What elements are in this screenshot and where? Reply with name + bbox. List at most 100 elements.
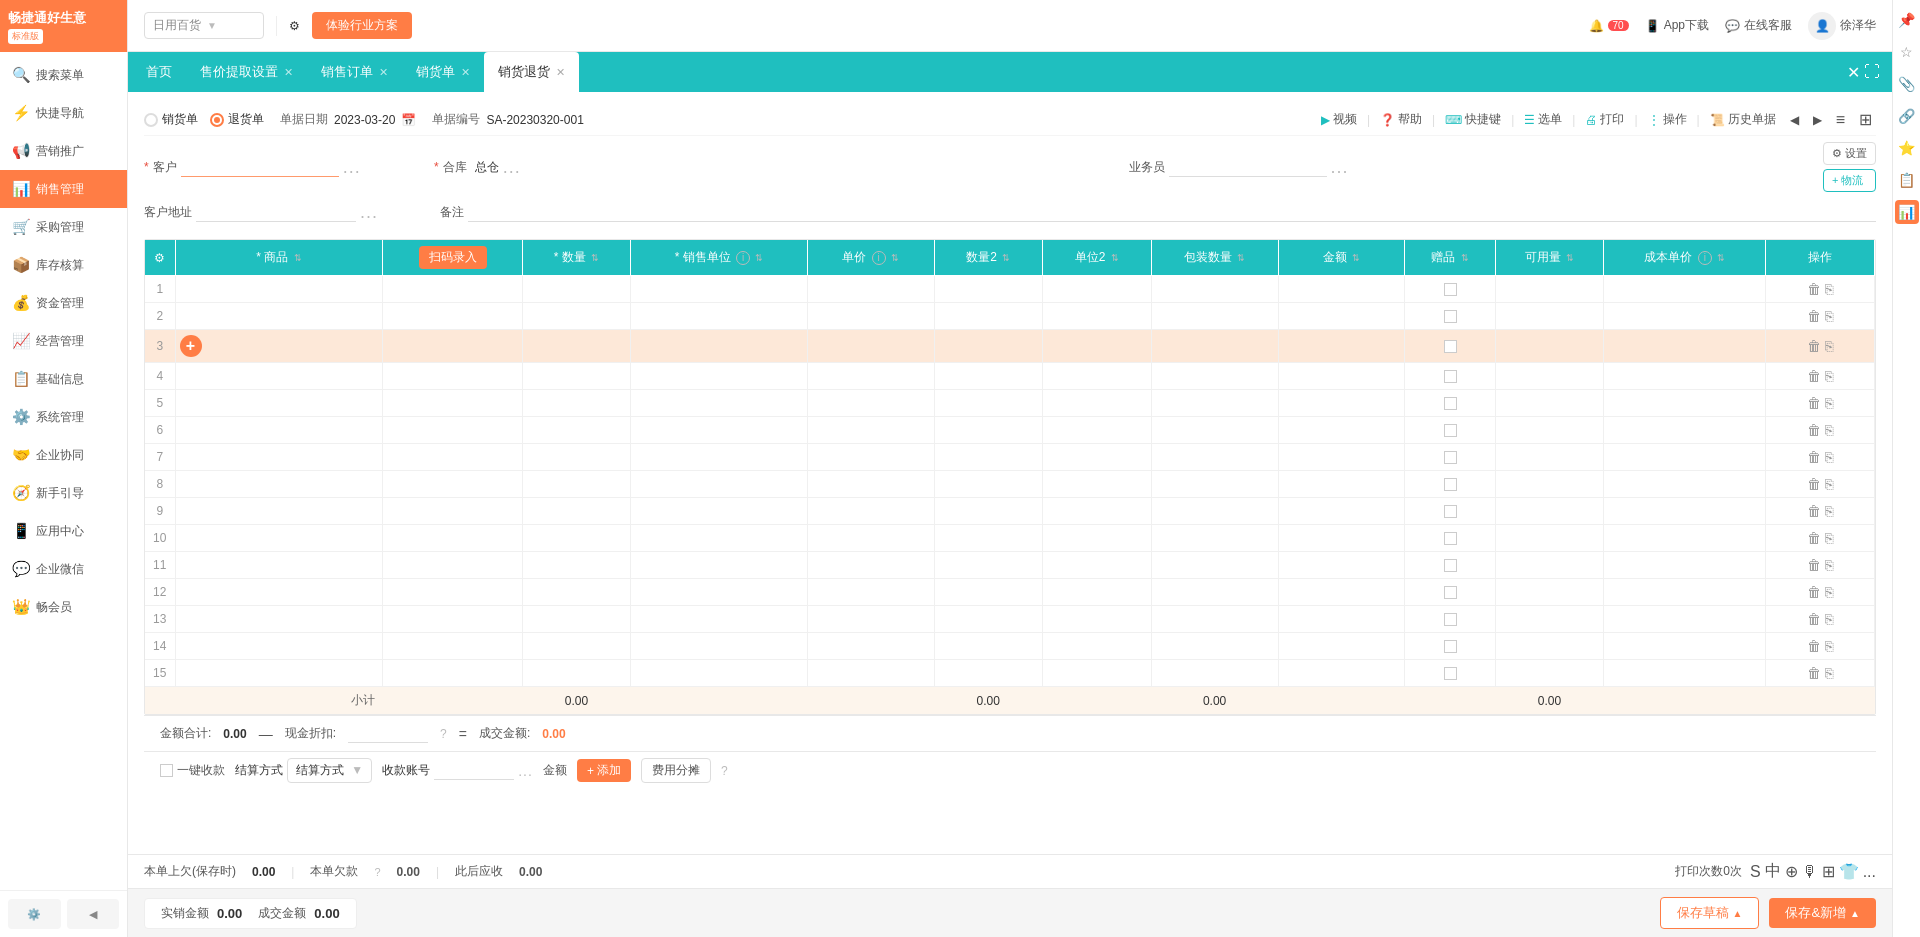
app-download-btn[interactable]: 📱 App下载 (1645, 17, 1709, 34)
gift-checkbox[interactable] (1444, 310, 1457, 323)
unit2-cell[interactable] (1043, 330, 1152, 363)
gift-cell[interactable] (1405, 633, 1495, 660)
qty-cell[interactable] (522, 330, 631, 363)
available-cell[interactable] (1495, 498, 1604, 525)
unit2-cell[interactable] (1043, 390, 1152, 417)
view-grid-btn[interactable]: ⊞ (1855, 108, 1876, 131)
sidebar-item-appcenter[interactable]: 📱 应用中心 (0, 512, 127, 550)
delete-row-btn[interactable]: 🗑 (1807, 611, 1821, 627)
pack-cell[interactable] (1151, 471, 1278, 498)
payment-help-icon[interactable]: ? (721, 764, 728, 778)
gift-checkbox[interactable] (1444, 586, 1457, 599)
sidebar-item-quicknav[interactable]: ⚡ 快捷导航 (0, 94, 127, 132)
gift-cell[interactable] (1405, 303, 1495, 330)
sidebar-item-purchase[interactable]: 🛒 采购管理 (0, 208, 127, 246)
toolbar-icon-5[interactable]: ⊞ (1822, 862, 1835, 881)
available-cell[interactable] (1495, 390, 1604, 417)
amount-cell[interactable] (1278, 525, 1405, 552)
experience-btn[interactable]: 体验行业方案 (312, 12, 412, 39)
sidebar-item-member[interactable]: 👑 畅会员 (0, 588, 127, 626)
available-cell[interactable] (1495, 525, 1604, 552)
available-cell[interactable] (1495, 444, 1604, 471)
gift-cell[interactable] (1405, 606, 1495, 633)
qty2-cell[interactable] (934, 471, 1043, 498)
right-icon-pin[interactable]: 📌 (1895, 8, 1919, 32)
product-cell[interactable] (175, 606, 383, 633)
history-btn[interactable]: 📜 历史单据 (1706, 109, 1780, 130)
pack-cell[interactable] (1151, 660, 1278, 687)
topbar-search-box[interactable]: 日用百货 ▼ (144, 12, 264, 39)
sidebar-item-newguide[interactable]: 🧭 新手引导 (0, 474, 127, 512)
available-cell[interactable] (1495, 552, 1604, 579)
price-cell[interactable] (807, 390, 934, 417)
available-cell[interactable] (1495, 606, 1604, 633)
qty-cell[interactable] (522, 660, 631, 687)
gift-cell[interactable] (1405, 660, 1495, 687)
unit2-cell[interactable] (1043, 363, 1152, 390)
shortcut-btn[interactable]: ⌨ 快捷键 (1441, 109, 1505, 130)
gift-cell[interactable] (1405, 330, 1495, 363)
warehouse-more-btn[interactable]: ... (503, 157, 521, 178)
staff-input[interactable] (1169, 158, 1327, 177)
copy-row-btn[interactable]: ⎘ (1825, 665, 1833, 681)
available-cell[interactable] (1495, 633, 1604, 660)
delete-row-btn[interactable]: 🗑 (1807, 476, 1821, 492)
qty2-cell[interactable] (934, 606, 1043, 633)
pack-cell[interactable] (1151, 552, 1278, 579)
account-input[interactable] (434, 761, 514, 780)
col-unit-header[interactable]: * 销售单位 i ⇅ (631, 240, 808, 276)
gift-checkbox[interactable] (1444, 424, 1457, 437)
print-btn[interactable]: 🖨 打印 (1581, 109, 1628, 130)
col-amount-header[interactable]: 金额 ⇅ (1278, 240, 1405, 276)
product-cell[interactable] (175, 363, 383, 390)
price-cell[interactable] (807, 660, 934, 687)
unit-cell[interactable] (631, 444, 808, 471)
qty-cell[interactable] (522, 363, 631, 390)
col-scan-header[interactable]: 扫码录入 (383, 240, 522, 276)
sidebar-item-corpwechat[interactable]: 💬 企业微信 (0, 550, 127, 588)
tab-close-sale-price[interactable]: ✕ (284, 66, 293, 79)
select-btn[interactable]: ☰ 选单 (1520, 109, 1566, 130)
scan-input-btn[interactable]: 扫码录入 (419, 246, 487, 269)
col-settings-header[interactable]: ⚙ (145, 240, 175, 276)
price-cell[interactable] (807, 444, 934, 471)
cost-cell[interactable] (1604, 444, 1766, 471)
gift-checkbox[interactable] (1444, 559, 1457, 572)
right-icon-orange[interactable]: 📊 (1895, 200, 1919, 224)
gift-checkbox[interactable] (1444, 613, 1457, 626)
gift-checkbox[interactable] (1444, 397, 1457, 410)
product-cell[interactable] (175, 498, 383, 525)
cost-cell[interactable] (1604, 606, 1766, 633)
gift-cell[interactable] (1405, 444, 1495, 471)
delete-row-btn[interactable]: 🗑 (1807, 338, 1821, 354)
qty-cell[interactable] (522, 417, 631, 444)
pack-cell[interactable] (1151, 498, 1278, 525)
add-payment-btn[interactable]: + 添加 (577, 759, 631, 782)
delete-row-btn[interactable]: 🗑 (1807, 395, 1821, 411)
cost-cell[interactable] (1604, 417, 1766, 444)
unit-cell[interactable] (631, 471, 808, 498)
one-click-checkbox[interactable] (160, 764, 173, 777)
account-more-btn[interactable]: ... (518, 763, 533, 779)
video-btn[interactable]: ▶ 视频 (1317, 109, 1361, 130)
copy-row-btn[interactable]: ⎘ (1825, 368, 1833, 384)
price-cell[interactable] (807, 276, 934, 303)
amount-cell[interactable] (1278, 330, 1405, 363)
delete-row-btn[interactable]: 🗑 (1807, 422, 1821, 438)
unit-cell[interactable] (631, 276, 808, 303)
copy-row-btn[interactable]: ⎘ (1825, 422, 1833, 438)
amount-cell[interactable] (1278, 363, 1405, 390)
qty2-cell[interactable] (934, 579, 1043, 606)
price-cell[interactable] (807, 606, 934, 633)
qty-cell[interactable] (522, 276, 631, 303)
available-cell[interactable] (1495, 303, 1604, 330)
gift-checkbox[interactable] (1444, 640, 1457, 653)
qty2-cell[interactable] (934, 390, 1043, 417)
unit2-cell[interactable] (1043, 303, 1152, 330)
delete-row-btn[interactable]: 🗑 (1807, 503, 1821, 519)
delete-row-btn[interactable]: 🗑 (1807, 638, 1821, 654)
product-cell[interactable] (175, 417, 383, 444)
gift-cell[interactable] (1405, 579, 1495, 606)
user-profile[interactable]: 👤 徐泽华 (1808, 12, 1876, 40)
pack-cell[interactable] (1151, 330, 1278, 363)
